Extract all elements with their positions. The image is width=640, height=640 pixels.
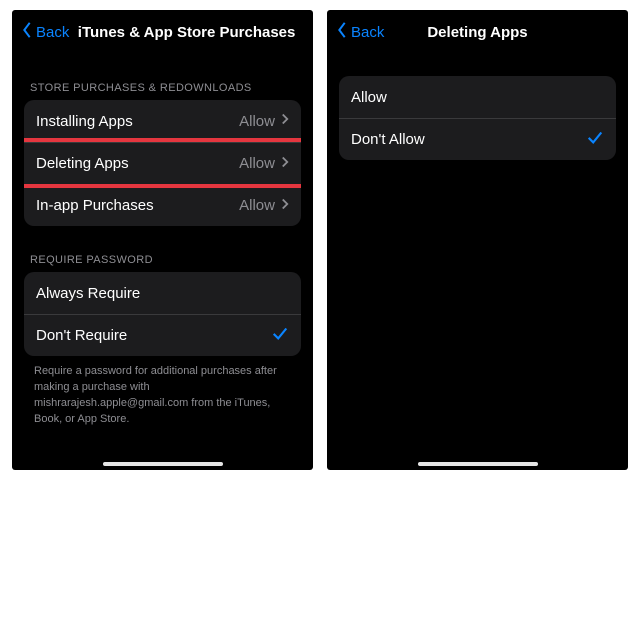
nav-bar: Back Deleting Apps bbox=[327, 10, 628, 54]
content: Allow Don't Allow bbox=[327, 54, 628, 470]
row-label: Don't Require bbox=[36, 327, 127, 344]
chevron-right-icon bbox=[281, 155, 289, 173]
row-dont-require[interactable]: Don't Require bbox=[24, 314, 301, 356]
row-label: Don't Allow bbox=[351, 131, 425, 148]
row-value: Allow bbox=[239, 155, 275, 172]
content: STORE PURCHASES & REDOWNLOADS Installing… bbox=[12, 54, 313, 470]
chevron-right-icon bbox=[281, 197, 289, 215]
page-title: Deleting Apps bbox=[427, 24, 527, 41]
row-value: Allow bbox=[239, 197, 275, 214]
back-button[interactable]: Back bbox=[20, 21, 69, 43]
row-value: Allow bbox=[239, 113, 275, 130]
screen-left: Back iTunes & App Store Purchases STORE … bbox=[12, 10, 313, 470]
row-label: Always Require bbox=[36, 285, 140, 302]
section-header-store: STORE PURCHASES & REDOWNLOADS bbox=[24, 54, 301, 100]
row-in-app-purchases[interactable]: In-app Purchases Allow bbox=[24, 184, 301, 226]
row-dont-allow[interactable]: Don't Allow bbox=[339, 118, 616, 160]
row-always-require[interactable]: Always Require bbox=[24, 272, 301, 314]
checkmark-icon bbox=[586, 128, 604, 151]
back-button[interactable]: Back bbox=[335, 21, 384, 43]
chevron-left-icon bbox=[20, 21, 34, 43]
group-password: Always Require Don't Require bbox=[24, 272, 301, 356]
screen-right: Back Deleting Apps Allow Don't Allow bbox=[327, 10, 628, 470]
back-label: Back bbox=[351, 24, 384, 41]
home-indicator bbox=[103, 462, 223, 466]
row-deleting-apps[interactable]: Deleting Apps Allow bbox=[24, 142, 301, 184]
page-title: iTunes & App Store Purchases bbox=[78, 24, 296, 41]
checkmark-icon bbox=[271, 324, 289, 347]
chevron-right-icon bbox=[281, 112, 289, 130]
row-allow[interactable]: Allow bbox=[339, 76, 616, 118]
row-installing-apps[interactable]: Installing Apps Allow bbox=[24, 100, 301, 142]
back-label: Back bbox=[36, 24, 69, 41]
home-indicator bbox=[418, 462, 538, 466]
section-footer: Require a password for additional purcha… bbox=[24, 356, 301, 428]
row-label: Allow bbox=[351, 89, 387, 106]
nav-bar: Back iTunes & App Store Purchases bbox=[12, 10, 313, 54]
row-label: Installing Apps bbox=[36, 113, 133, 130]
section-header-password: REQUIRE PASSWORD bbox=[24, 226, 301, 272]
chevron-left-icon bbox=[335, 21, 349, 43]
group-store: Installing Apps Allow Deleting Apps Allo… bbox=[24, 100, 301, 226]
row-label: Deleting Apps bbox=[36, 155, 129, 172]
row-label: In-app Purchases bbox=[36, 197, 154, 214]
group-options: Allow Don't Allow bbox=[339, 76, 616, 160]
